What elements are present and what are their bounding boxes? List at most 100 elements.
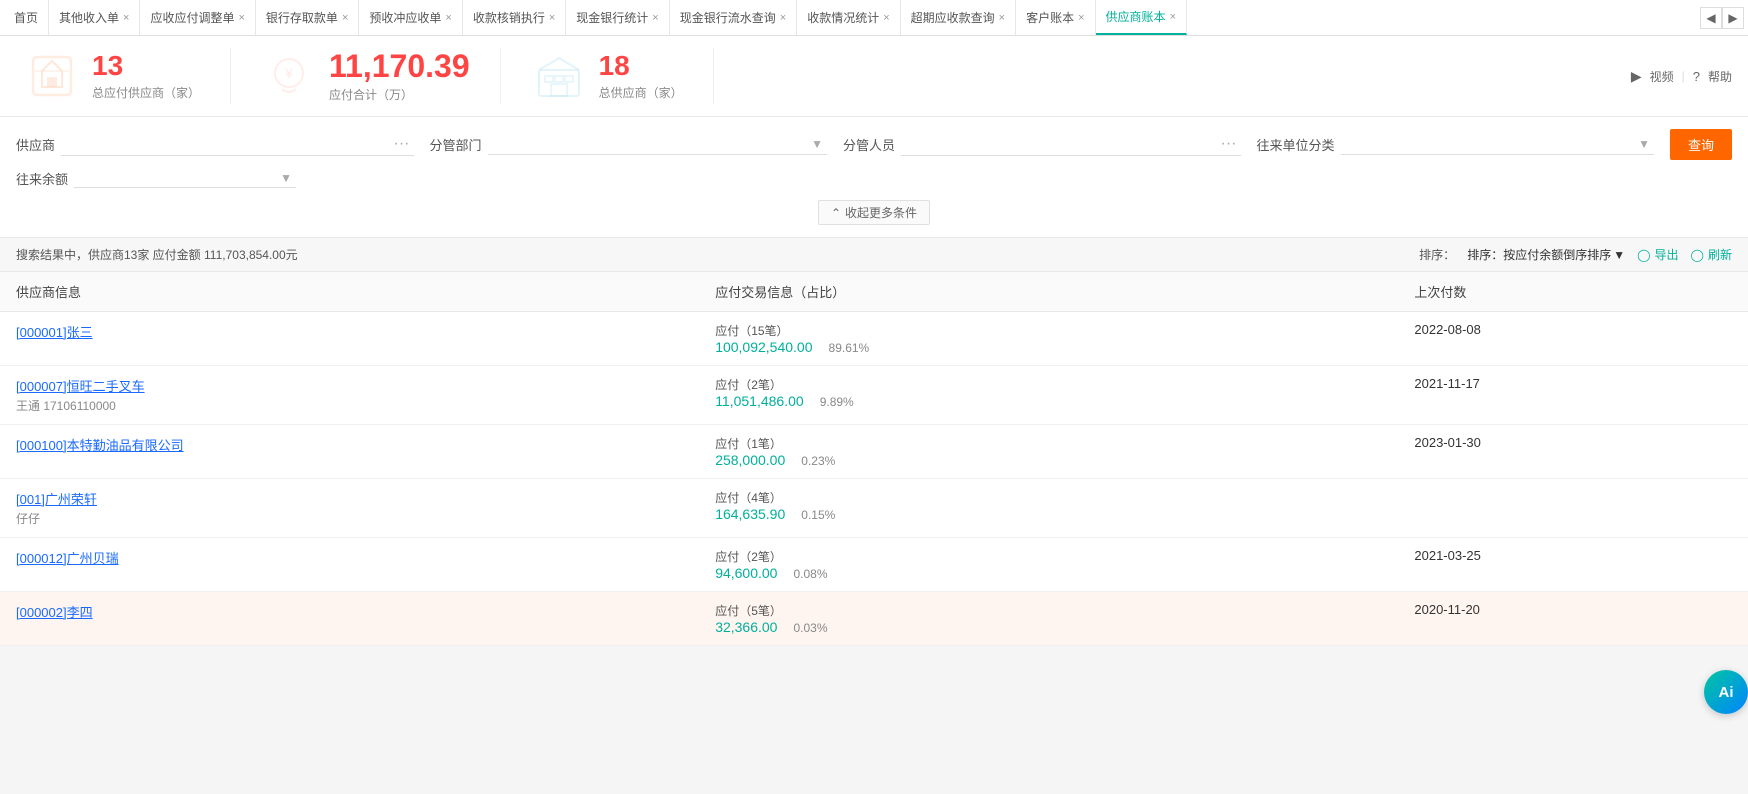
supplier-link[interactable]: [000100]本特勤油品有限公司 <box>16 438 184 453</box>
nav-tab-close[interactable]: × <box>999 12 1005 24</box>
export-label: 导出 <box>1655 246 1679 263</box>
nav-tab-label: 收款情况统计 <box>807 9 879 26</box>
stat-payable-number: 13 <box>92 52 200 80</box>
supplier-link[interactable]: [000002]李四 <box>16 605 93 620</box>
nav-tab-close[interactable]: × <box>238 12 244 24</box>
person-dots-icon[interactable]: ··· <box>1221 135 1237 153</box>
tx-amount-row: 258,000.000.23% <box>715 452 1382 468</box>
nav-tab-close[interactable]: × <box>445 12 451 24</box>
supplier-dots-icon[interactable]: ··· <box>394 135 410 153</box>
supplier-input[interactable] <box>65 137 394 152</box>
refresh-button[interactable]: ◯ 刷新 <box>1691 246 1732 263</box>
stat-amount-number: 11,170.39 <box>329 50 470 82</box>
sort-select[interactable]: 排序：按应付余额倒序排序 ▼ <box>1467 246 1625 263</box>
stat-payable-label: 总应付供应商（家） <box>92 84 200 101</box>
sort-value: 排序：按应付余额倒序排序 <box>1467 246 1611 263</box>
balance-input[interactable] <box>78 170 276 185</box>
nav-tab-close[interactable]: × <box>342 12 348 24</box>
th-supplier-info: 供应商信息 <box>0 272 699 312</box>
filter-person: 分管人员 ··· <box>843 133 1241 156</box>
dept-input[interactable] <box>492 137 808 152</box>
last-payment-cell: 2021-11-17 <box>1398 366 1748 425</box>
tx-percent: 0.03% <box>793 621 827 635</box>
filter-balance: 往来余额 ▼ <box>16 168 296 188</box>
tx-label: 应付（1笔） <box>715 435 1382 452</box>
tx-amount-row: 94,600.000.08% <box>715 565 1382 581</box>
stats-bar: 13 总应付供应商（家） ¥ 11,170.39 应付合计（万） <box>0 36 1748 117</box>
nav-tab-cash-bank-stat[interactable]: 现金银行统计 × <box>566 0 669 35</box>
table-row: [001]广州荣轩仔仔应付（4笔）164,635.900.15% <box>0 479 1748 538</box>
nav-tab-advance-collect[interactable]: 预收冲应收单 × <box>359 0 462 35</box>
table-row: [000012]广州贝瑞应付（2笔）94,600.000.08%2021-03-… <box>0 538 1748 592</box>
th-last-payment: 上次付数 <box>1398 272 1748 312</box>
balance-dropdown-icon[interactable]: ▼ <box>280 171 292 185</box>
nav-tab-label: 银行存取款单 <box>266 9 338 26</box>
help-link[interactable]: 帮助 <box>1708 68 1732 85</box>
ai-badge-button[interactable]: Ai <box>1704 670 1748 714</box>
tx-info-cell: 应付（5笔）32,366.000.03% <box>699 592 1398 646</box>
table-scroll[interactable]: 供应商信息 应付交易信息（占比） 上次付数 [000001]张三应付（15笔）1… <box>0 272 1748 646</box>
supplier-info-cell: [000001]张三 <box>0 312 699 366</box>
tx-label: 应付（15笔） <box>715 322 1382 339</box>
nav-tab-close[interactable]: × <box>883 12 889 24</box>
supplier-link[interactable]: [001]广州荣轩 <box>16 492 97 507</box>
balance-label: 往来余额 <box>16 169 68 188</box>
export-icon: ◯ <box>1637 248 1650 262</box>
tx-amount[interactable]: 164,635.90 <box>715 506 785 522</box>
tx-amount[interactable]: 94,600.00 <box>715 565 777 581</box>
category-input[interactable] <box>1345 137 1635 152</box>
stat-amount-label: 应付合计（万） <box>329 86 470 103</box>
filter-area: 供应商 ··· 分管部门 ▼ 分管人员 ··· 往来单位分类 ▼ <box>0 117 1748 238</box>
person-input[interactable] <box>905 137 1221 152</box>
supplier-info-cell: [000007]恒旺二手叉车王通 17106110000 <box>0 366 699 425</box>
last-payment-cell: 2020-11-20 <box>1398 592 1748 646</box>
nav-prev-button[interactable]: ◀ <box>1700 7 1722 29</box>
tx-label: 应付（2笔） <box>715 376 1382 393</box>
table-row: [000100]本特勤油品有限公司应付（1笔）258,000.000.23%20… <box>0 425 1748 479</box>
nav-tab-close[interactable]: × <box>652 12 658 24</box>
nav-tab-customer-account[interactable]: 客户账本 × <box>1016 0 1095 35</box>
stat-total-number: 18 <box>599 52 683 80</box>
tx-percent: 9.89% <box>820 395 854 409</box>
nav-tab-close[interactable]: × <box>1170 11 1176 23</box>
tx-amount[interactable]: 258,000.00 <box>715 452 785 468</box>
nav-tab-other-income[interactable]: 其他收入单 × <box>49 0 140 35</box>
tx-amount[interactable]: 11,051,486.00 <box>715 393 804 409</box>
stat-payable-text: 13 总应付供应商（家） <box>92 52 200 101</box>
nav-tab-cash-bank-flow[interactable]: 现金银行流水查询 × <box>670 0 797 35</box>
svg-text:¥: ¥ <box>284 65 293 81</box>
tx-amount[interactable]: 32,366.00 <box>715 619 777 635</box>
nav-tab-close[interactable]: × <box>1078 12 1084 24</box>
supplier-link[interactable]: [000001]张三 <box>16 325 93 340</box>
supplier-link[interactable]: [000007]恒旺二手叉车 <box>16 379 145 394</box>
video-link[interactable]: 视频 <box>1650 68 1674 85</box>
nav-tab-collect-stat[interactable]: 收款情况统计 × <box>797 0 900 35</box>
nav-tab-payable-adjust[interactable]: 应收应付调整单 × <box>140 0 255 35</box>
nav-tab-close[interactable]: × <box>123 12 129 24</box>
nav-tab-close[interactable]: × <box>549 12 555 24</box>
category-dropdown-icon[interactable]: ▼ <box>1638 137 1650 151</box>
nav-tab-supplier-account[interactable]: 供应商账本 × <box>1096 0 1187 35</box>
export-button[interactable]: ◯ 导出 <box>1637 246 1678 263</box>
nav-tab-bank-deposit[interactable]: 银行存取款单 × <box>256 0 359 35</box>
nav-tab-label: 收款核销执行 <box>473 9 545 26</box>
supplier-sub: 王通 17106110000 <box>16 397 683 414</box>
last-payment-cell: 2021-03-25 <box>1398 538 1748 592</box>
table-row: [000002]李四应付（5笔）32,366.000.03%2020-11-20 <box>0 592 1748 646</box>
nav-tab-collect-verify[interactable]: 收款核销执行 × <box>463 0 566 35</box>
stat-payable-amount: ¥ 11,170.39 应付合计（万） <box>231 48 501 104</box>
query-button[interactable]: 查询 <box>1670 129 1732 160</box>
dept-dropdown-icon[interactable]: ▼ <box>811 137 823 151</box>
supplier-info-cell: [000012]广州贝瑞 <box>0 538 699 592</box>
nav-tab-close[interactable]: × <box>780 12 786 24</box>
tx-amount[interactable]: 100,092,540.00 <box>715 339 812 355</box>
nav-tab-overdue-collect[interactable]: 超期应收款查询 × <box>901 0 1016 35</box>
person-input-wrap: ··· <box>901 133 1240 156</box>
stat-total-label: 总供应商（家） <box>599 84 683 101</box>
tx-label: 应付（4笔） <box>715 489 1382 506</box>
nav-next-button[interactable]: ▶ <box>1722 7 1744 29</box>
collapse-button[interactable]: ⌃ 收起更多条件 <box>818 200 930 225</box>
tx-amount-row: 11,051,486.00 9.89% <box>715 393 1382 409</box>
supplier-link[interactable]: [000012]广州贝瑞 <box>16 551 119 566</box>
nav-tab-home[interactable]: 首页 <box>4 0 49 35</box>
